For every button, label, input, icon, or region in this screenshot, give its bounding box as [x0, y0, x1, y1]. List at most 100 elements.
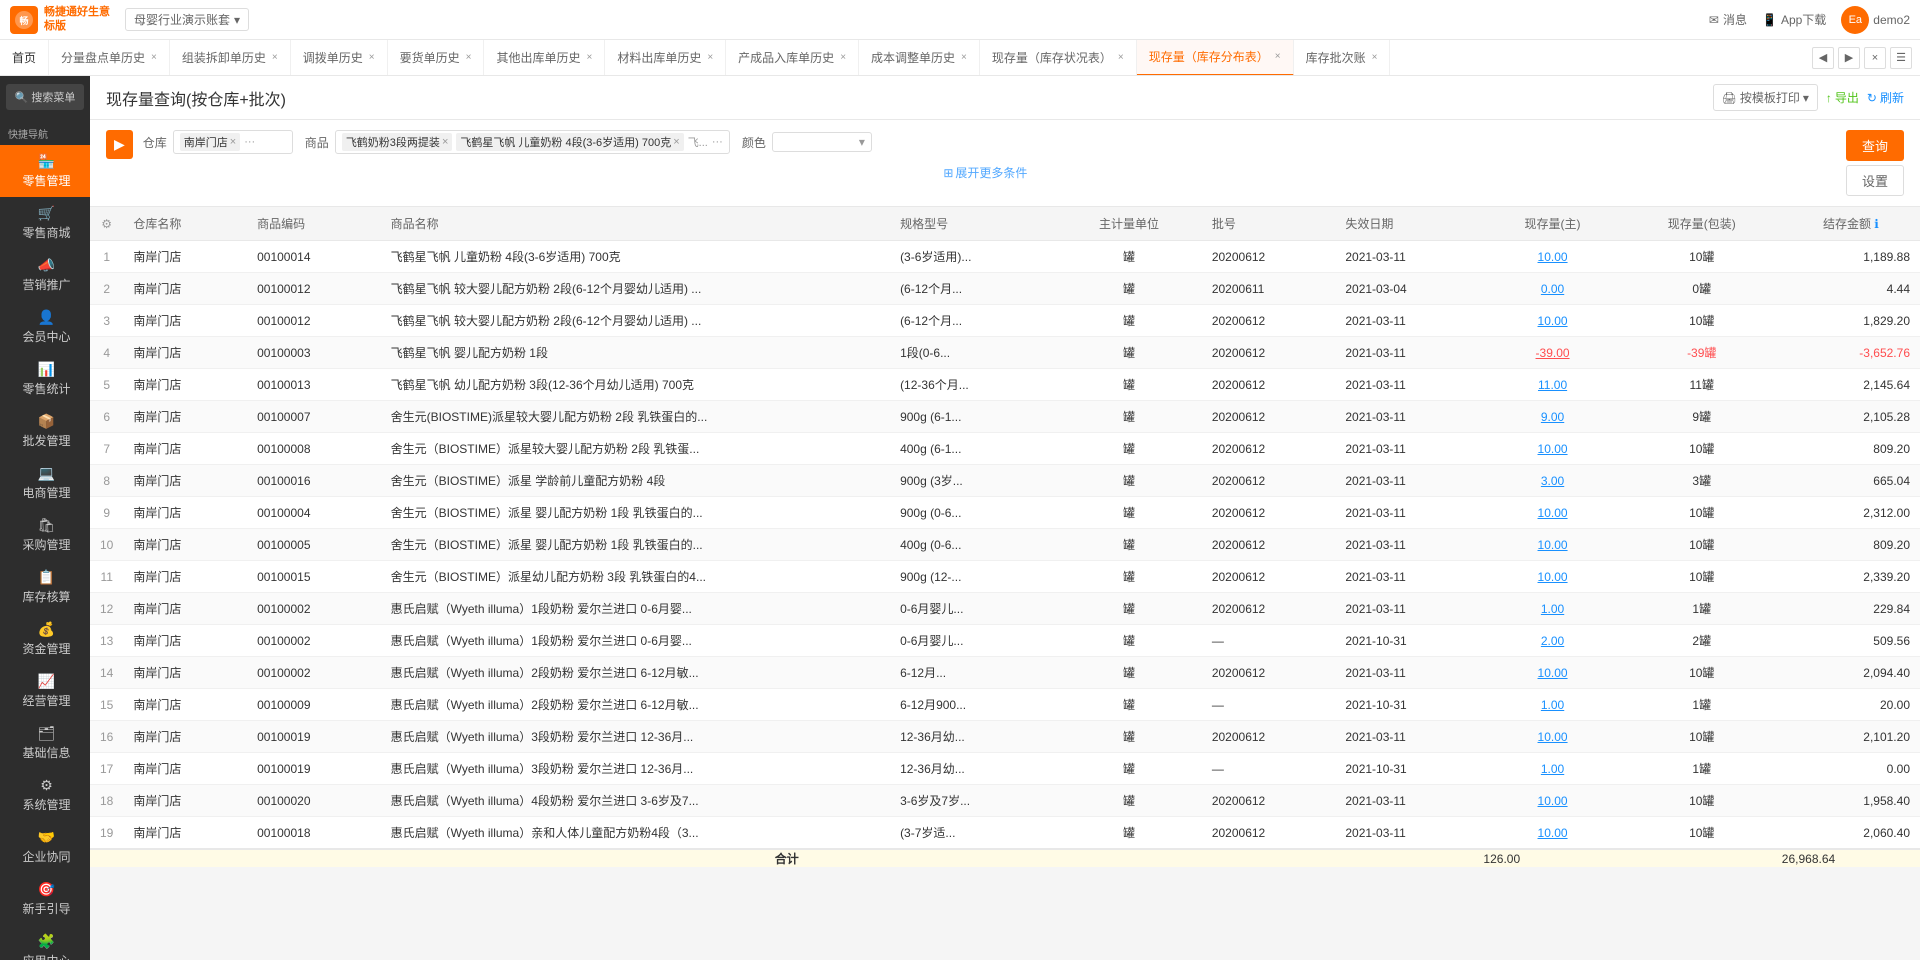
remove-product1-icon[interactable]: × [442, 136, 448, 148]
close-icon[interactable]: × [1118, 52, 1124, 63]
product-filter-more[interactable]: 飞... [688, 134, 708, 150]
sidebar-item-retail[interactable]: 🏪 零售管理 [0, 145, 90, 197]
sidebar-item-enterprise[interactable]: 🤝 企业协同 [0, 821, 90, 873]
sidebar-item-basic[interactable]: 🗂 基础信息 [0, 717, 90, 769]
tab-transfer[interactable]: 调拨单历史 × [291, 40, 388, 76]
col-settings: ⚙ [90, 207, 123, 241]
close-icon[interactable]: × [369, 52, 375, 63]
tab-split-history[interactable]: 分量盘点单历史 × [49, 40, 170, 76]
amount-info-icon[interactable]: ℹ [1874, 217, 1879, 231]
color-filter-input[interactable]: ▾ [772, 132, 872, 152]
close-icon[interactable]: × [961, 52, 967, 63]
close-icon[interactable]: × [707, 52, 713, 63]
close-icon[interactable]: × [1372, 52, 1378, 63]
row-code: 00100002 [247, 625, 381, 657]
user-area[interactable]: Ea demo2 [1841, 6, 1910, 34]
sidebar-item-inventory[interactable]: 📋 库存核算 [0, 561, 90, 613]
tab-stock-status[interactable]: 现存量（库存状况表） × [980, 40, 1137, 76]
tab-scroll-left[interactable]: ◀ [1812, 47, 1834, 69]
footer-total-amount: 26,968.64 [1782, 849, 1920, 867]
row-code: 00100009 [247, 689, 381, 721]
table-header-row: ⚙ 仓库名称 商品编码 商品名称 规格型号 主计量单位 批号 失效日期 现存量(… [90, 207, 1920, 241]
search-menu-btn[interactable]: 🔍 搜索菜单 [6, 84, 84, 110]
export-btn[interactable]: ↑ 导出 [1826, 89, 1859, 106]
row-warehouse: 南岸门店 [123, 721, 247, 753]
product-tag-container[interactable]: 飞鹤奶粉3段两提装 × 飞鹤星飞帆 儿童奶粉 4段(3-6岁适用) 700克 ×… [335, 130, 730, 154]
print-btn[interactable]: 🖨 按模板打印 ▾ [1713, 84, 1818, 111]
filter-more-dots[interactable]: ··· [244, 136, 255, 148]
message-label: 消息 [1723, 11, 1747, 28]
quick-nav-title: 快捷导航 [0, 122, 90, 145]
guide-icon: 🎯 [9, 881, 84, 898]
row-warehouse: 南岸门店 [123, 241, 247, 273]
search-label: 搜索菜单 [31, 89, 75, 105]
sidebar-item-ecommerce[interactable]: 💻 电商管理 [0, 457, 90, 509]
tab-home[interactable]: 首页 [0, 40, 49, 76]
row-num: 2 [90, 273, 123, 305]
tab-cost-adjust[interactable]: 成本调整单历史 × [859, 40, 980, 76]
product-filter-dots[interactable]: ··· [712, 136, 723, 148]
row-warehouse: 南岸门店 [123, 337, 247, 369]
settings-btn[interactable]: 设置 [1846, 165, 1904, 196]
row-unit: 罐 [1056, 689, 1202, 721]
sidebar-item-apps[interactable]: 🧩 应用中心 [0, 925, 90, 960]
row-expire: 2021-03-11 [1335, 817, 1483, 850]
row-spec: 900g (3岁... [890, 465, 1056, 497]
close-icon[interactable]: × [466, 52, 472, 63]
sidebar-item-guide[interactable]: 🎯 新手引导 [0, 873, 90, 925]
tab-order[interactable]: 要货单历史 × [388, 40, 485, 76]
sidebar-item-wholesale[interactable]: 📦 批发管理 [0, 405, 90, 457]
expand-conditions-btn[interactable]: ⊞ 展开更多条件 [943, 164, 1027, 181]
sidebar-item-member[interactable]: 👤 会员中心 [0, 301, 90, 353]
color-dropdown-icon[interactable]: ▾ [859, 135, 865, 149]
close-icon[interactable]: × [151, 52, 157, 63]
sidebar-item-stats[interactable]: 📊 零售统计 [0, 353, 90, 405]
close-icon[interactable]: × [1275, 51, 1281, 62]
close-icon[interactable]: × [586, 52, 592, 63]
sidebar-label: 批发管理 [9, 432, 84, 449]
remove-product2-icon[interactable]: × [673, 136, 679, 148]
tab-label: 材料出库单历史 [617, 49, 701, 66]
row-warehouse: 南岸门店 [123, 273, 247, 305]
tab-disassemble[interactable]: 组装拆卸单历史 × [170, 40, 291, 76]
tab-product-in[interactable]: 产成品入库单历史 × [726, 40, 859, 76]
row-num: 14 [90, 657, 123, 689]
row-qty-main: 11.00 [1483, 369, 1621, 401]
refresh-btn[interactable]: ↻ 刷新 [1867, 89, 1904, 106]
logo-text: 畅捷通好生意 标版 [44, 6, 110, 32]
sidebar-label: 电商管理 [9, 484, 84, 501]
tab-close-current[interactable]: × [1864, 47, 1886, 69]
row-amount: 1,958.40 [1782, 785, 1920, 817]
row-spec: 6-12月... [890, 657, 1056, 689]
sidebar-item-purchase[interactable]: 🛍 采购管理 [0, 509, 90, 561]
sidebar-item-system[interactable]: ⚙ 系统管理 [0, 769, 90, 821]
row-amount: 1,829.20 [1782, 305, 1920, 337]
sidebar-item-marketing[interactable]: 📣 营销推广 [0, 249, 90, 301]
filter-toggle-btn[interactable]: ▶ [106, 130, 133, 159]
remove-warehouse-icon[interactable]: × [230, 136, 236, 148]
row-qty-main: 10.00 [1483, 497, 1621, 529]
basic-icon: 🗂 [9, 725, 84, 742]
warehouse-tag-container[interactable]: 南岸门店 × ··· [173, 130, 293, 154]
column-settings-icon[interactable]: ⚙ [101, 217, 112, 231]
query-btn[interactable]: 查询 [1846, 130, 1904, 161]
product-tag-1: 飞鹤奶粉3段两提装 × [342, 133, 453, 151]
tab-material-out[interactable]: 材料出库单历史 × [605, 40, 726, 76]
tab-scroll-right[interactable]: ▶ [1838, 47, 1860, 69]
close-icon[interactable]: × [272, 52, 278, 63]
tab-batch[interactable]: 库存批次账 × [1294, 40, 1391, 76]
sidebar-item-shop[interactable]: 🛒 零售商城 [0, 197, 90, 249]
sidebar-label: 零售统计 [9, 380, 84, 397]
org-selector[interactable]: 母婴行业演示账套 ▾ [125, 8, 249, 31]
tab-stock-dist[interactable]: 现存量（库存分布表） × [1137, 40, 1294, 76]
home-label: 首页 [12, 49, 36, 66]
app-download-btn[interactable]: 📱 App下载 [1762, 11, 1826, 28]
close-icon[interactable]: × [840, 52, 846, 63]
sidebar-item-finance[interactable]: 💰 资金管理 [0, 613, 90, 665]
row-num: 8 [90, 465, 123, 497]
sidebar-item-operation[interactable]: 📈 经营管理 [0, 665, 90, 717]
tab-menu[interactable]: ☰ [1890, 47, 1912, 69]
message-btn[interactable]: ✉ 消息 [1709, 11, 1747, 28]
row-unit: 罐 [1056, 657, 1202, 689]
tab-other-out[interactable]: 其他出库单历史 × [484, 40, 605, 76]
